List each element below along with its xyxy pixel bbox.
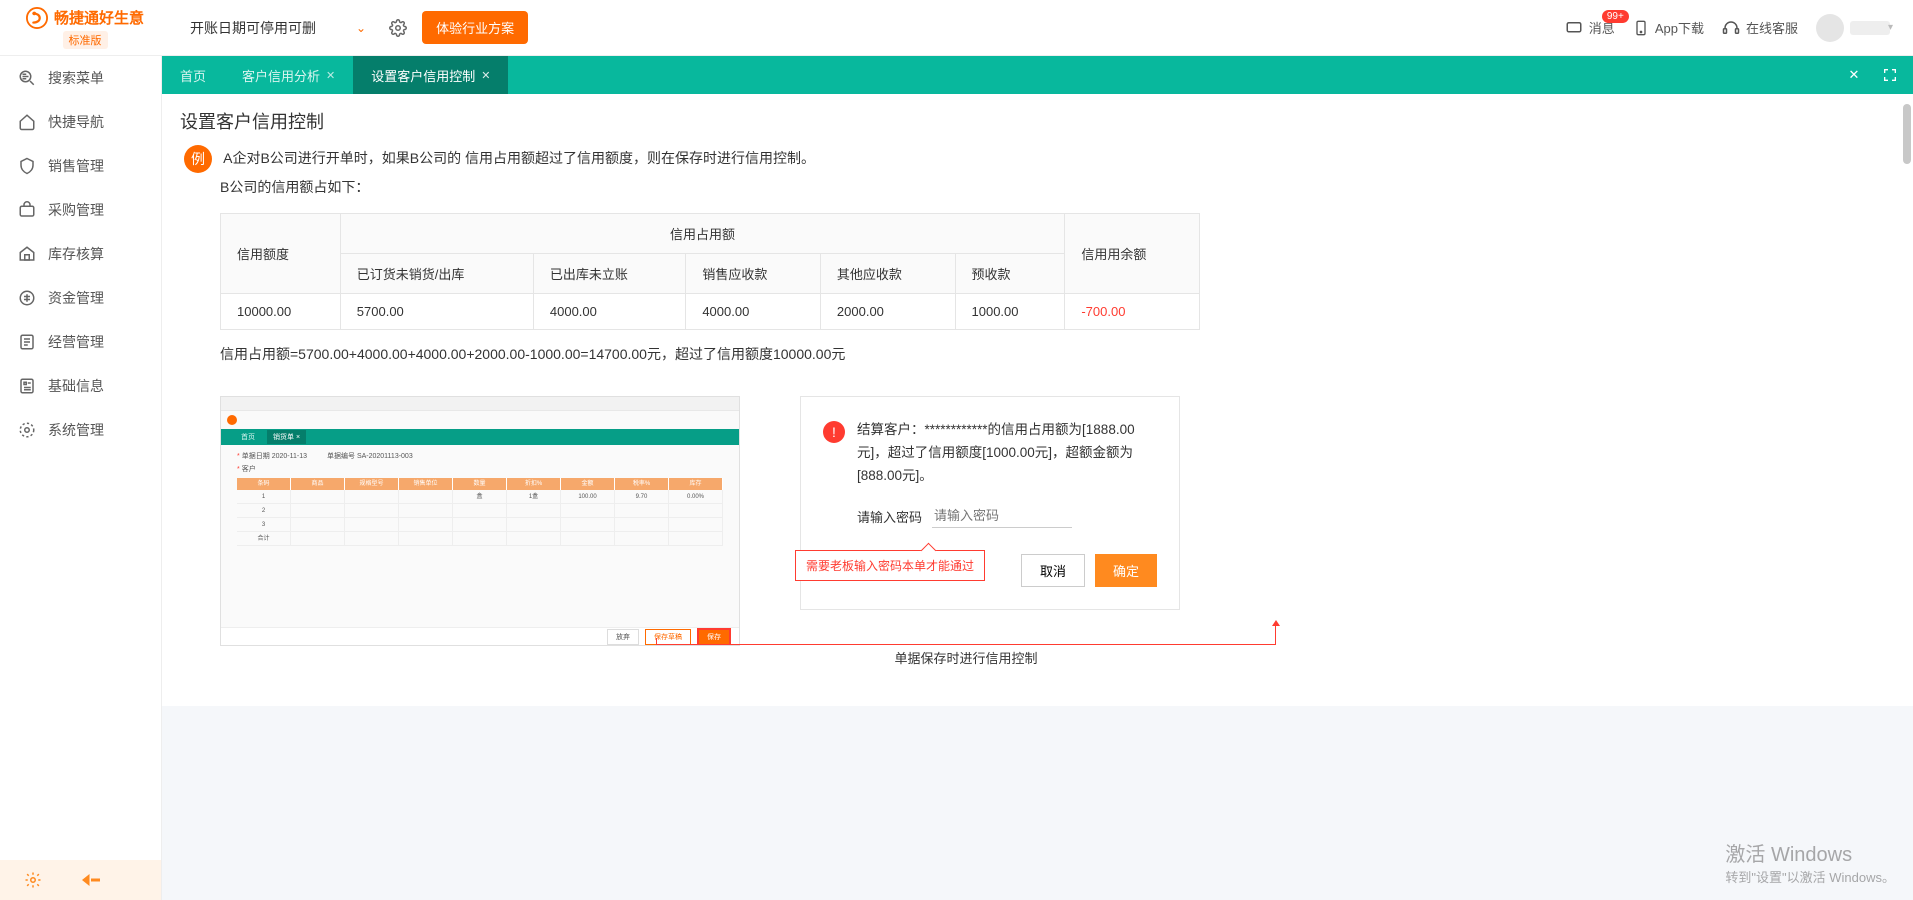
password-input[interactable] [932, 504, 1072, 528]
system-icon [18, 421, 36, 439]
tab-设置客户信用控制[interactable]: 设置客户信用控制✕ [353, 56, 508, 94]
collapse-sidebar-icon[interactable] [82, 873, 100, 887]
home-icon [18, 113, 36, 131]
sidebar-item-label: 基础信息 [48, 376, 104, 396]
illustration-order-form: 首页 销货单 × 单据日期 2020-11-13 单据编号 SA-2020111… [220, 396, 740, 646]
credit-warning-dialog: ! 结算客户：************的信用占用额为[1888.00元]，超过了… [800, 396, 1180, 610]
user-menu[interactable]: ▾ [1816, 14, 1893, 42]
sidebar-item-system[interactable]: 系统管理 [0, 408, 161, 452]
dialog-message: 结算客户：************的信用占用额为[1888.00元]，超过了信用… [857, 419, 1157, 488]
headset-icon [1722, 19, 1740, 37]
message-badge: 99+ [1602, 10, 1629, 23]
fullscreen-icon[interactable] [1877, 62, 1903, 88]
sidebar-item-home[interactable]: 快捷导航 [0, 100, 161, 144]
avatar [1816, 14, 1844, 42]
tab-客户信用分析[interactable]: 客户信用分析✕ [224, 56, 353, 94]
annotation-arrow: 单据保存时进行信用控制 [656, 644, 1276, 684]
page-title: 设置客户信用控制 [162, 94, 1913, 144]
sidebar-item-purchase[interactable]: 采购管理 [0, 188, 161, 232]
example-badge: 例 [184, 145, 212, 173]
chevron-down-icon: ⌄ [356, 21, 366, 35]
sidebar-item-search[interactable]: 搜索菜单 [0, 56, 161, 100]
sidebar-item-sale[interactable]: 销售管理 [0, 144, 161, 188]
content-scroll[interactable]: 设置客户信用控制 例 A企对B公司进行开单时，如果B公司的 信用占用额超过了信用… [162, 94, 1913, 900]
sidebar: 搜索菜单快捷导航销售管理采购管理库存核算资金管理经营管理基础信息系统管理 [0, 56, 162, 900]
tab-首页[interactable]: 首页 [162, 56, 224, 94]
settings-icon[interactable] [24, 871, 42, 889]
sidebar-item-label: 库存核算 [48, 244, 104, 264]
message-icon [1565, 19, 1583, 37]
close-icon[interactable]: ✕ [481, 69, 490, 82]
sidebar-item-label: 采购管理 [48, 200, 104, 220]
settings-gear-icon[interactable] [386, 16, 410, 40]
close-icon[interactable]: ✕ [326, 69, 335, 82]
period-label: 开账日期可停用可删 [190, 18, 316, 38]
sidebar-item-stock[interactable]: 库存核算 [0, 232, 161, 276]
online-service-button[interactable]: 在线客服 [1722, 18, 1798, 37]
sidebar-item-label: 系统管理 [48, 420, 104, 440]
dialog-cancel-button[interactable]: 取消 [1021, 554, 1085, 587]
formula-text: 信用占用额=5700.00+4000.00+4000.00+2000.00-10… [220, 340, 1891, 368]
chevron-down-icon: ▾ [1888, 22, 1893, 33]
sidebar-item-label: 销售管理 [48, 156, 104, 176]
info-icon [18, 377, 36, 395]
search-icon [18, 69, 36, 87]
stock-icon [18, 245, 36, 263]
period-selector[interactable]: 开账日期可停用可删 ⌄ [182, 14, 374, 42]
sidebar-item-label: 快捷导航 [48, 112, 104, 132]
manage-icon [18, 333, 36, 351]
sidebar-item-money[interactable]: 资金管理 [0, 276, 161, 320]
brand-logo: 畅捷通好生意 标准版 [8, 7, 162, 49]
close-all-tabs-icon[interactable]: ✕ [1841, 62, 1867, 88]
dialog-tip-callout: 需要老板输入密码本单才能通过 [795, 550, 985, 581]
password-label: 请输入密码 [857, 507, 922, 526]
app-download-button[interactable]: App下载 [1633, 18, 1704, 37]
money-icon [18, 289, 36, 307]
credit-table: 信用额度 信用占用额 信用用余额 已订货未销货/出库已出库未立账销售应收款其他应… [220, 213, 1200, 330]
messages-button[interactable]: 消息 99+ [1565, 18, 1615, 37]
purchase-icon [18, 201, 36, 219]
tab-bar: 首页客户信用分析✕设置客户信用控制✕ ✕ [162, 56, 1913, 94]
app-icon [1633, 19, 1649, 37]
warning-icon: ! [823, 421, 845, 443]
sidebar-item-label: 经营管理 [48, 332, 104, 352]
example-line2: B公司的信用额占如下： [220, 173, 1891, 201]
scrollbar-thumb[interactable] [1903, 104, 1911, 164]
sale-icon [18, 157, 36, 175]
example-line1: A企对B公司进行开单时，如果B公司的 信用占用额超过了信用额度，则在保存时进行信… [223, 150, 815, 166]
sidebar-item-info[interactable]: 基础信息 [0, 364, 161, 408]
sidebar-item-label: 资金管理 [48, 288, 104, 308]
dialog-ok-button[interactable]: 确定 [1095, 554, 1157, 587]
sidebar-item-manage[interactable]: 经营管理 [0, 320, 161, 364]
sidebar-item-label: 搜索菜单 [48, 68, 104, 88]
logo-icon [26, 7, 48, 29]
try-industry-button[interactable]: 体验行业方案 [422, 11, 528, 44]
